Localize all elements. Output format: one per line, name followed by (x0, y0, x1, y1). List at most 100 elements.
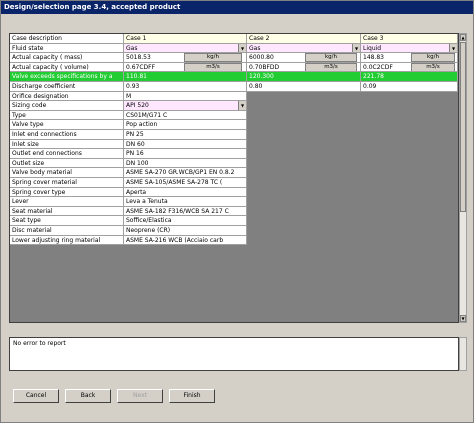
results-grid: Case description Case 1 Case 2 Case 3 Fl… (9, 33, 459, 323)
table-row: Outlet end connections PN 16 (10, 149, 458, 159)
orifice-value: M (124, 91, 247, 102)
unit-button[interactable]: m3/s (184, 62, 242, 72)
scroll-thumb[interactable] (460, 42, 466, 212)
chevron-down-icon[interactable]: ▼ (352, 43, 360, 53)
row-label: Lever (10, 197, 124, 207)
case3-discharge-value: 0.09 (361, 82, 458, 92)
property-value: ASME SA-216 WCB (Acciaio carb (124, 235, 247, 246)
mass-capacity-row: Actual capacity ( mass) 5018.53 kg/h 6000… (10, 53, 458, 63)
unit-button[interactable]: kg/h (305, 53, 357, 62)
exceeds-row: Valve exceeds specifications by a 110.81… (10, 72, 458, 82)
grid-scrollbar[interactable]: ▲ ▼ (459, 33, 467, 323)
message-text: No error to report (13, 340, 66, 347)
sizing-code-row: Sizing code API 520 ▼ (10, 101, 458, 111)
row-label: Fluid state (10, 43, 124, 54)
unit-button[interactable]: m3/s (305, 62, 357, 72)
row-label: Outlet end connections (10, 149, 124, 159)
property-value: PN 16 (124, 149, 247, 159)
chevron-down-icon[interactable]: ▼ (238, 101, 246, 110)
table-row: Inlet end connections PN 25 (10, 130, 458, 140)
unit-button[interactable]: kg/h (184, 53, 242, 62)
row-label: Valve type (10, 120, 124, 130)
row-label: Actual capacity ( volume) (10, 62, 124, 73)
table-row: Valve body material ASME SA-270 GR.WCB/GP… (10, 168, 458, 178)
row-label: Sizing code (10, 101, 124, 111)
case1-mass-field[interactable]: 5018.53 kg/h (124, 53, 247, 63)
row-label: Case description (10, 34, 124, 44)
finish-button[interactable]: Finish (169, 389, 215, 403)
row-label: Inlet end connections (10, 130, 124, 140)
property-value: Soffice/Elastica (124, 216, 247, 226)
table-row: Valve type Pop action (10, 120, 458, 130)
property-value: Leva a Tenuta (124, 197, 247, 207)
table-row: Inlet size DN 60 (10, 139, 458, 150)
row-label: Orifice designation (10, 91, 124, 102)
fluid-state-row: Fluid state Gas ▼ Gas ▼ Liquid ▼ (10, 43, 458, 54)
unit-button[interactable]: kg/h (411, 53, 455, 62)
row-label: Inlet size (10, 139, 124, 150)
case1-exceeds-value: 110.81 (124, 72, 247, 82)
table-row: Outlet size DN 100 (10, 158, 458, 169)
message-scrollbar[interactable] (459, 337, 467, 371)
case2-discharge-value: 0.80 (247, 82, 361, 92)
case2-mass-field[interactable]: 6000.80 kg/h (247, 53, 361, 63)
case3-exceeds-value: 221.78 (361, 72, 458, 82)
orifice-row: Orifice designation M (10, 91, 458, 102)
property-value: Aperta (124, 187, 247, 198)
message-box: No error to report (9, 337, 459, 371)
table-row: Lower adjusting ring material ASME SA-216… (10, 235, 458, 246)
row-label: Discharge coefficient (10, 82, 124, 92)
row-label: Spring cover type (10, 187, 124, 198)
case3-fluid-select[interactable]: Liquid ▼ (361, 43, 458, 54)
row-label: Outlet size (10, 158, 124, 169)
scroll-down-icon[interactable]: ▼ (460, 315, 466, 322)
row-label: Seat material (10, 206, 124, 217)
header-row: Case description Case 1 Case 2 Case 3 (10, 34, 458, 44)
case3-header[interactable]: Case 3 (361, 34, 458, 44)
window-title: Design/selection page 3.4, accepted prod… (1, 1, 473, 14)
property-value: CS01M/G71 C (124, 110, 247, 121)
chevron-down-icon[interactable]: ▼ (449, 43, 457, 53)
case2-header[interactable]: Case 2 (247, 34, 361, 44)
property-value: PN 25 (124, 130, 247, 140)
empty-cell (361, 91, 458, 102)
table-row: Spring cover type Aperta (10, 187, 458, 198)
table-row: Lever Leva a Tenuta (10, 197, 458, 207)
case2-exceeds-value: 120.300 (247, 72, 361, 82)
back-button[interactable]: Back (65, 389, 111, 403)
table-row: Type CS01M/G71 C (10, 110, 458, 121)
row-label: Valve exceeds specifications by a (10, 72, 124, 82)
property-value: ASME SA-182 F316/WCB SA 217 C (124, 206, 247, 217)
property-value: ASME SA-105/ASME SA-278 TC ( (124, 178, 247, 188)
table-row: Seat material ASME SA-182 F316/WCB SA 217… (10, 206, 458, 217)
cancel-button[interactable]: Cancel (13, 389, 59, 403)
unit-button[interactable]: m3/s (411, 62, 455, 72)
dialog-window: Design/selection page 3.4, accepted prod… (0, 0, 474, 423)
case1-header[interactable]: Case 1 (124, 34, 247, 44)
case3-mass-field[interactable]: 148.83 kg/h (361, 53, 458, 63)
case2-fluid-select[interactable]: Gas ▼ (247, 43, 361, 54)
table-row: Disc material Neoprene (CR) (10, 226, 458, 236)
property-value: Neoprene (CR) (124, 226, 247, 236)
case3-volume-field[interactable]: 0.0C2CDF m3/s (361, 62, 458, 73)
scroll-up-icon[interactable]: ▲ (460, 34, 466, 41)
next-button[interactable]: Next (117, 389, 163, 403)
case2-volume-field[interactable]: 0.70BFDD m3/s (247, 62, 361, 73)
row-label: Type (10, 110, 124, 121)
property-value: ASME SA-270 GR.WCB/GP1 EN 0.8.2 (124, 168, 247, 178)
case1-fluid-select[interactable]: Gas ▼ (124, 43, 247, 54)
chevron-down-icon[interactable]: ▼ (238, 43, 246, 53)
row-label: Disc material (10, 226, 124, 236)
empty-cell (247, 91, 361, 102)
case1-volume-field[interactable]: 0.67CDFF m3/s (124, 62, 247, 73)
property-value: Pop action (124, 120, 247, 130)
case1-discharge-value: 0.93 (124, 82, 247, 92)
property-value: DN 100 (124, 158, 247, 169)
table-row: Spring cover material ASME SA-105/ASME SA… (10, 178, 458, 188)
table-row: Seat type Soffice/Elastica (10, 216, 458, 226)
row-label: Lower adjusting ring material (10, 235, 124, 246)
row-label: Spring cover material (10, 178, 124, 188)
row-label: Seat type (10, 216, 124, 226)
row-label: Actual capacity ( mass) (10, 53, 124, 63)
sizing-code-select[interactable]: API 520 ▼ (124, 101, 247, 111)
